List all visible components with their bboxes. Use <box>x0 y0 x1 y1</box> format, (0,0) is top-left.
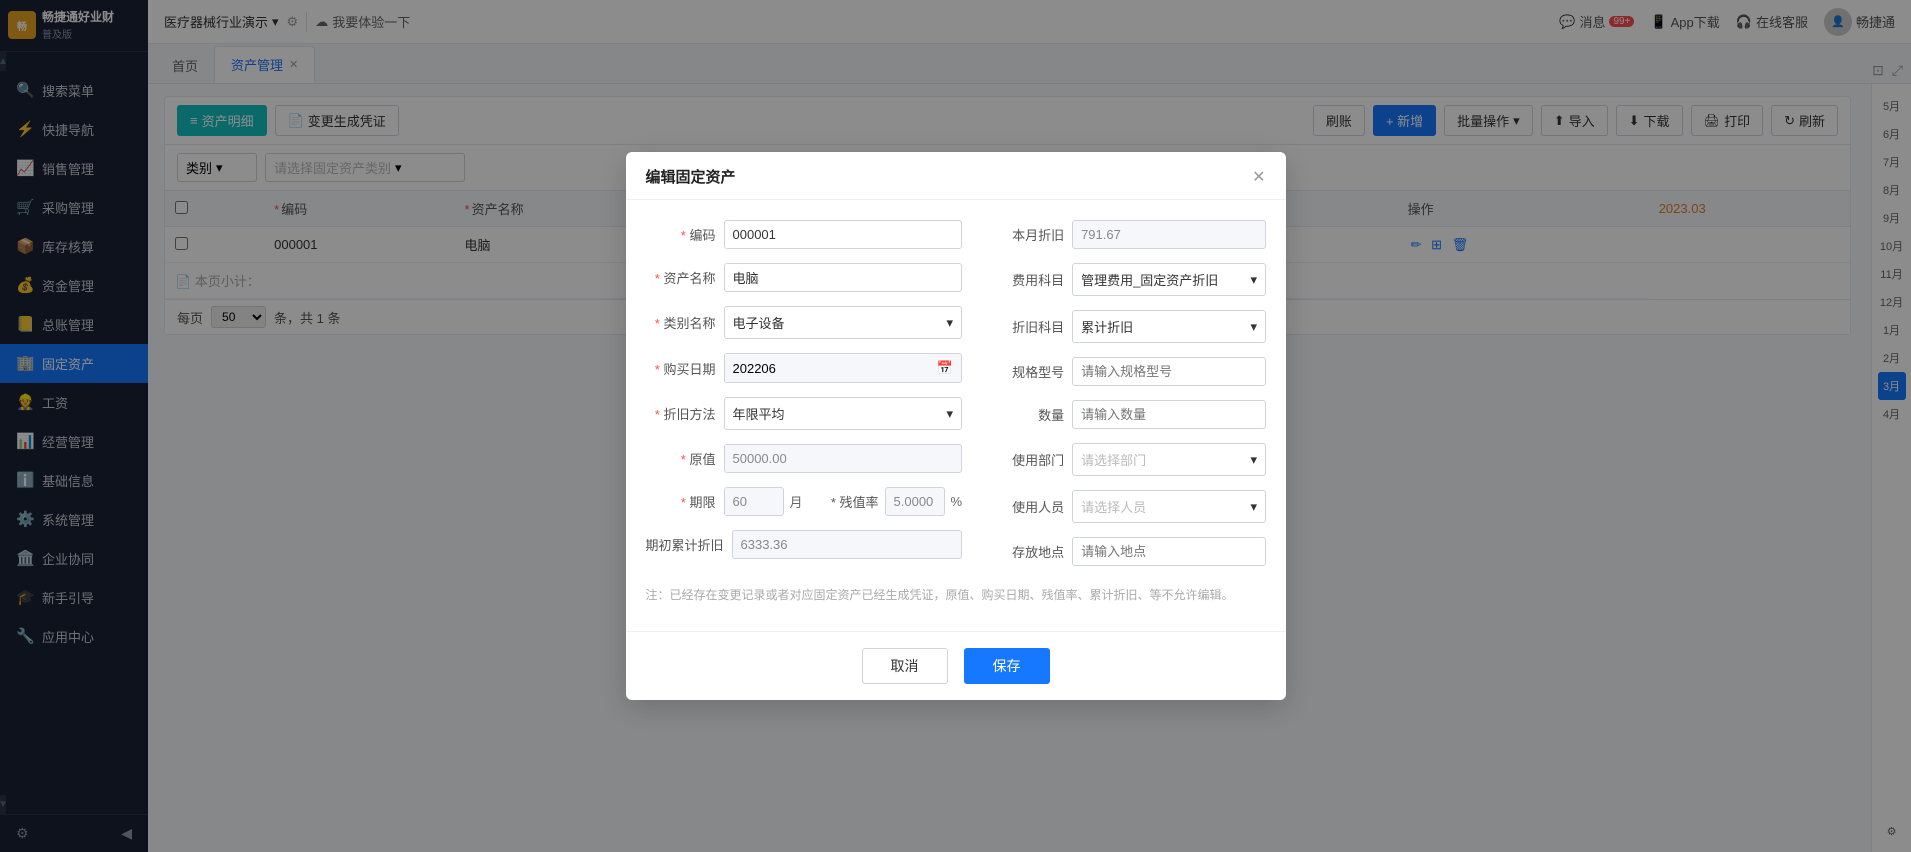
form-right: 本月折旧 费用科目 管理费用_固定资产折旧 ▾ <box>994 220 1266 566</box>
chevron-down-icon: ▾ <box>1251 499 1258 515</box>
dep-method-select[interactable]: 年限平均 ▾ <box>724 397 963 430</box>
dialog-close-icon[interactable]: ✕ <box>1252 167 1265 187</box>
field-spec: 规格型号 <box>994 357 1266 386</box>
department-select[interactable]: 请选择部门 ▾ <box>1072 443 1266 476</box>
field-code: * 编码 <box>646 220 963 249</box>
department-placeholder: 请选择部门 <box>1081 450 1146 469</box>
period-acc-dep-label: 期初累计折旧 <box>646 535 724 554</box>
period-label-text: * 期限 <box>646 492 716 511</box>
purchase-date-label: * 购买日期 <box>646 359 716 378</box>
location-label: 存放地点 <box>994 542 1064 561</box>
cancel-button[interactable]: 取消 <box>862 648 948 684</box>
monthly-dep-label: 本月折旧 <box>994 225 1064 244</box>
save-button[interactable]: 保存 <box>964 648 1050 684</box>
expense-account-select[interactable]: 管理费用_固定资产折旧 ▾ <box>1072 263 1266 296</box>
field-category: * 类别名称 电子设备 ▾ <box>646 306 963 339</box>
period-inline: 月 * 残值率 % <box>724 487 963 516</box>
user-label: 使用人员 <box>994 497 1064 516</box>
form-grid: * 编码 * 资产名称 * <box>646 220 1266 566</box>
expense-account-value: 管理费用_固定资产折旧 <box>1081 270 1218 289</box>
field-user: 使用人员 请选择人员 ▾ <box>994 490 1266 523</box>
field-dep-account: 折旧科目 累计折旧 ▾ <box>994 310 1266 343</box>
asset-name-input[interactable] <box>724 263 963 292</box>
field-monthly-dep: 本月折旧 <box>994 220 1266 249</box>
field-quantity: 数量 <box>994 400 1266 429</box>
field-purchase-date: * 购买日期 📅 <box>646 353 963 383</box>
dialog-title: 编辑固定资产 <box>646 166 736 187</box>
chevron-down-icon: ▾ <box>947 406 954 422</box>
field-period-acc-dep: 期初累计折旧 <box>646 530 963 559</box>
code-input[interactable] <box>724 220 963 249</box>
code-label: * 编码 <box>646 225 716 244</box>
field-depreciation-method: * 折旧方法 年限平均 ▾ <box>646 397 963 430</box>
user-select[interactable]: 请选择人员 ▾ <box>1072 490 1266 523</box>
dep-method-value: 年限平均 <box>733 404 785 423</box>
department-label: 使用部门 <box>994 450 1064 469</box>
quantity-input[interactable] <box>1072 400 1266 429</box>
calendar-icon[interactable]: 📅 <box>929 354 961 382</box>
period-unit: 月 <box>790 492 803 511</box>
dialog-overlay: 编辑固定资产 ✕ * 编码 * <box>0 0 1911 852</box>
field-asset-name: * 资产名称 <box>646 263 963 292</box>
location-input[interactable] <box>1072 537 1266 566</box>
field-original-value: * 原值 <box>646 444 963 473</box>
dep-method-label: * 折旧方法 <box>646 404 716 423</box>
spec-input[interactable] <box>1072 357 1266 386</box>
edit-dialog: 编辑固定资产 ✕ * 编码 * <box>626 152 1286 700</box>
chevron-down-icon: ▾ <box>1251 272 1258 288</box>
spec-label: 规格型号 <box>994 362 1064 381</box>
dialog-body: * 编码 * 资产名称 * <box>626 200 1286 631</box>
category-select[interactable]: 电子设备 ▾ <box>724 306 963 339</box>
field-location: 存放地点 <box>994 537 1266 566</box>
category-value: 电子设备 <box>733 313 785 332</box>
dep-account-value: 累计折旧 <box>1081 317 1133 336</box>
dep-account-label: 折旧科目 <box>994 317 1064 336</box>
chevron-down-icon: ▾ <box>1251 452 1258 468</box>
original-value-input[interactable] <box>724 444 963 473</box>
form-left: * 编码 * 资产名称 * <box>646 220 963 566</box>
expense-account-label: 费用科目 <box>994 270 1064 289</box>
dialog-header: 编辑固定资产 ✕ <box>626 152 1286 200</box>
purchase-date-field: 📅 <box>724 353 963 383</box>
dep-account-select[interactable]: 累计折旧 ▾ <box>1072 310 1266 343</box>
purchase-date-input[interactable] <box>725 355 929 382</box>
period-acc-dep-input[interactable] <box>732 530 963 559</box>
original-value-label: * 原值 <box>646 449 716 468</box>
user-placeholder: 请选择人员 <box>1081 497 1146 516</box>
period-input[interactable] <box>724 487 784 516</box>
field-expense-account: 费用科目 管理费用_固定资产折旧 ▾ <box>994 263 1266 296</box>
category-label: * 类别名称 <box>646 313 716 332</box>
monthly-dep-input[interactable] <box>1072 220 1266 249</box>
chevron-down-icon: ▾ <box>947 315 954 331</box>
dialog-note: 注：已经存在变更记录或者对应固定资产已经生成凭证，原值、购买日期、残值率、累计折… <box>646 578 1266 611</box>
residual-rate-label: * 残值率 <box>809 492 879 511</box>
chevron-down-icon: ▾ <box>1251 319 1258 335</box>
asset-name-label: * 资产名称 <box>646 268 716 287</box>
quantity-label: 数量 <box>994 405 1064 424</box>
field-period: * 期限 月 * 残值率 % <box>646 487 963 516</box>
field-department: 使用部门 请选择部门 ▾ <box>994 443 1266 476</box>
dialog-footer: 取消 保存 <box>626 631 1286 700</box>
residual-rate-input[interactable] <box>885 487 945 516</box>
residual-rate-unit: % <box>951 494 963 509</box>
